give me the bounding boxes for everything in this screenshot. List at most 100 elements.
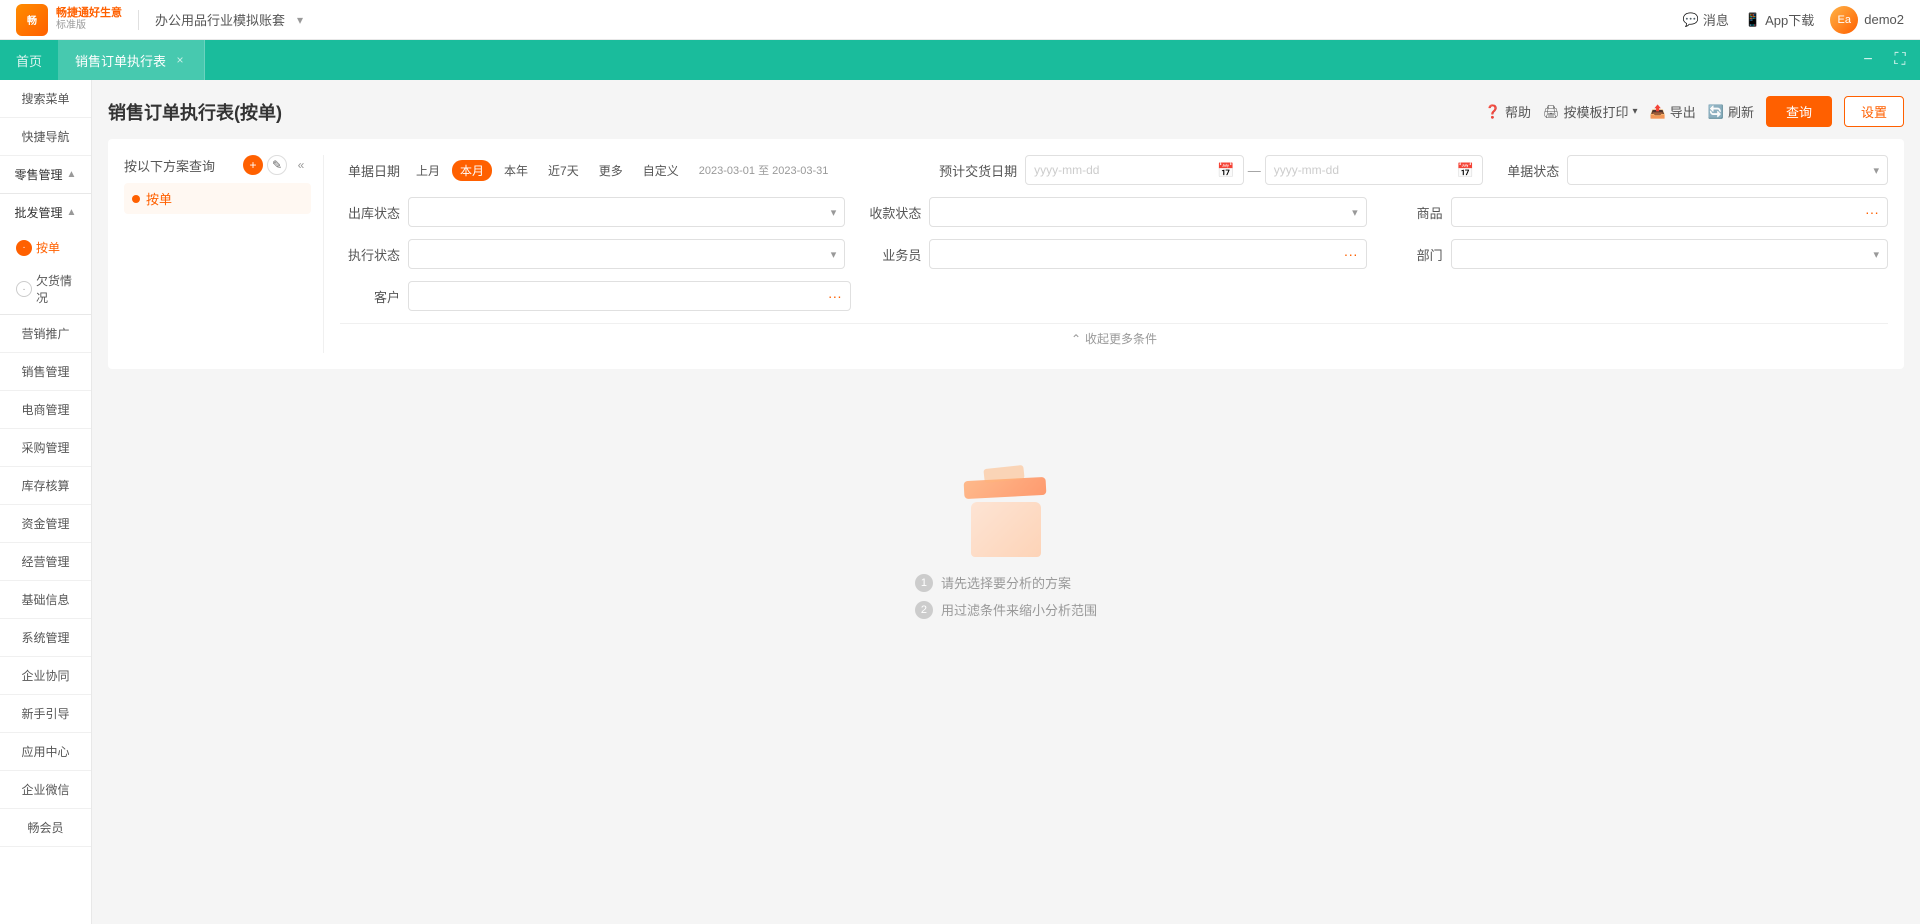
sidebar-item-wholesale[interactable]: 批发管理 ▲ [0,194,91,231]
empty-text-item-1: 1 请先选择要分析的方案 [915,573,1097,592]
sidebar-subitem-owe-goods[interactable]: · 欠货情况 [0,264,91,314]
order-status-label: 单据状态 [1499,161,1559,180]
order-status-select[interactable]: ▾ [1567,155,1888,185]
filter-row-1: 单据日期 上月 本月 本年 近7天 更多 自定义 2023-03-01 至 20… [340,155,1888,185]
app-download-action[interactable]: 📱 App下载 [1745,10,1814,29]
sidebar-item-system[interactable]: 系统管理 [0,619,91,657]
message-action[interactable]: 💬 消息 [1683,10,1729,29]
tab-sales-order[interactable]: 销售订单执行表 × [59,40,205,80]
scheme-active-dot [132,195,140,203]
filter-field-goods: 商品 ··· [1383,197,1888,227]
tab-maximize-icon[interactable]: ⛶ [1888,48,1912,72]
user-info[interactable]: Ea demo2 [1830,6,1904,34]
sidebar-item-member[interactable]: 畅会员 [0,809,91,847]
expected-date-end[interactable]: yyyy-mm-dd 📅 [1265,155,1484,185]
avatar: Ea [1830,6,1858,34]
sidebar-item-sales[interactable]: 销售管理 [0,353,91,391]
empty-illustration [956,457,1056,557]
sidebar-item-enterprise[interactable]: 企业协同 [0,657,91,695]
tab-minimize-icon[interactable]: − [1856,48,1880,72]
date-range-display: 2023-03-01 至 2023-03-31 [699,162,829,178]
sidebar-item-ecommerce[interactable]: 电商管理 [0,391,91,429]
scheme-item-press-order[interactable]: 按单 [124,183,311,214]
out-status-label: 出库状态 [340,203,400,222]
customer-select[interactable]: ··· [408,281,851,311]
filter-field-date: 单据日期 上月 本月 本年 近7天 更多 自定义 2023-03-01 至 20… [340,160,923,181]
sidebar-item-inventory[interactable]: 库存核算 [0,467,91,505]
sidebar-item-base[interactable]: 基础信息 [0,581,91,619]
salesperson-select[interactable]: ··· [929,239,1366,269]
out-status-select[interactable]: ▾ [408,197,845,227]
page-actions: ❓ 帮助 🖨 按模板打印 ▾ 📤 导出 🔄 刷新 查询 设置 [1485,96,1904,127]
expected-date-start[interactable]: yyyy-mm-dd 📅 [1025,155,1244,185]
date-tab-this-month[interactable]: 本月 [452,160,492,181]
help-button[interactable]: ❓ 帮助 [1485,102,1531,121]
box-body [971,502,1041,557]
app-download-icon: 📱 [1745,12,1761,28]
chevron-up-icon: ▲ [67,207,77,218]
date-label: 单据日期 [340,161,400,180]
query-button[interactable]: 查询 [1766,96,1832,127]
customer-ellipsis-icon[interactable]: ··· [828,288,842,304]
sidebar-item-newbie[interactable]: 新手引导 [0,695,91,733]
sidebar-subitem-press-order[interactable]: · 按单 [0,231,91,264]
payment-status-select[interactable]: ▾ [929,197,1366,227]
dept-chevron-icon: ▾ [1873,248,1879,261]
filter-layout: 按以下方案查询 + ✎ « 按单 [124,155,1888,353]
filter-scheme-header: 按以下方案查询 + ✎ « [124,155,311,175]
sidebar-item-search-menu[interactable]: 搜索菜单 [0,80,91,118]
goods-ellipsis-icon[interactable]: ··· [1865,204,1879,220]
sidebar-item-operation[interactable]: 经营管理 [0,543,91,581]
company-dropdown-icon[interactable]: ▾ [297,13,303,27]
sidebar-item-purchase[interactable]: 采购管理 [0,429,91,467]
sidebar-item-finance[interactable]: 资金管理 [0,505,91,543]
sidebar-item-wechat[interactable]: 企业微信 [0,771,91,809]
sidebar-item-retail[interactable]: 零售管理 ▲ [0,156,91,193]
filter-row-3: 执行状态 ▾ 业务员 ··· [340,239,1888,269]
date-tab-more[interactable]: 更多 [591,160,631,181]
content-area: 销售订单执行表(按单) ❓ 帮助 🖨 按模板打印 ▾ 📤 导出 🔄 刷新 [92,80,1920,924]
filter-field-dept: 部门 ▾ [1383,239,1888,269]
print-dropdown-icon: ▾ [1633,106,1638,117]
salesperson-ellipsis-icon[interactable]: ··· [1344,246,1358,262]
empty-text: 1 请先选择要分析的方案 2 用过滤条件来缩小分析范围 [915,573,1097,619]
filter-scheme-actions: + ✎ « [243,155,311,175]
empty-text-item-2: 2 用过滤条件来缩小分析范围 [915,600,1097,619]
tab-bar: 首页 销售订单执行表 × − ⛶ [0,40,1920,80]
sidebar-item-marketing[interactable]: 营销推广 [0,315,91,353]
page-header: 销售订单执行表(按单) ❓ 帮助 🖨 按模板打印 ▾ 📤 导出 🔄 刷新 [108,96,1904,127]
tab-close-icon[interactable]: × [172,52,188,68]
expected-date-group: yyyy-mm-dd 📅 — yyyy-mm-dd 📅 [1025,155,1483,185]
date-tab-custom[interactable]: 自定义 [635,160,687,181]
empty-state: 1 请先选择要分析的方案 2 用过滤条件来缩小分析范围 [108,377,1904,699]
print-icon: 🖨 [1543,104,1560,120]
collapse-bar[interactable]: ⌃ 收起更多条件 [340,323,1888,353]
collapse-scheme-icon[interactable]: « [291,155,311,175]
top-bar-left: 畅 畅捷通好生意 标准版 办公用品行业模拟账套 ▾ [16,4,303,36]
tab-home[interactable]: 首页 [0,40,59,80]
goods-select[interactable]: ··· [1451,197,1888,227]
dept-select[interactable]: ▾ [1451,239,1888,269]
settings-button[interactable]: 设置 [1844,96,1904,127]
export-button[interactable]: 📤 导出 [1650,102,1696,121]
date-tab-last7[interactable]: 近7天 [540,160,587,181]
filter-field-order-status: 单据状态 ▾ [1499,155,1888,185]
filter-scheme-panel: 按以下方案查询 + ✎ « 按单 [124,155,324,353]
date-tab-last-month[interactable]: 上月 [408,160,448,181]
date-tab-this-year[interactable]: 本年 [496,160,536,181]
edit-scheme-icon[interactable]: ✎ [267,155,287,175]
sidebar-section-wholesale: 批发管理 ▲ · 按单 · 欠货情况 [0,194,91,315]
sidebar-item-quick-nav[interactable]: 快捷导航 [0,118,91,156]
out-status-chevron-icon: ▾ [831,206,837,219]
sidebar-item-appstore[interactable]: 应用中心 [0,733,91,771]
filter-row-4: 客户 ··· [340,281,1888,311]
active-dot-icon: · [16,240,32,256]
add-scheme-icon[interactable]: + [243,155,263,175]
calendar-start-icon: 📅 [1217,162,1234,179]
exec-status-select[interactable]: ▾ [408,239,845,269]
chevron-down-icon: ▲ [67,169,77,180]
export-icon: 📤 [1650,104,1666,120]
payment-status-chevron-icon: ▾ [1352,206,1358,219]
refresh-button[interactable]: 🔄 刷新 [1708,102,1754,121]
print-template-button[interactable]: 🖨 按模板打印 ▾ [1543,102,1638,121]
